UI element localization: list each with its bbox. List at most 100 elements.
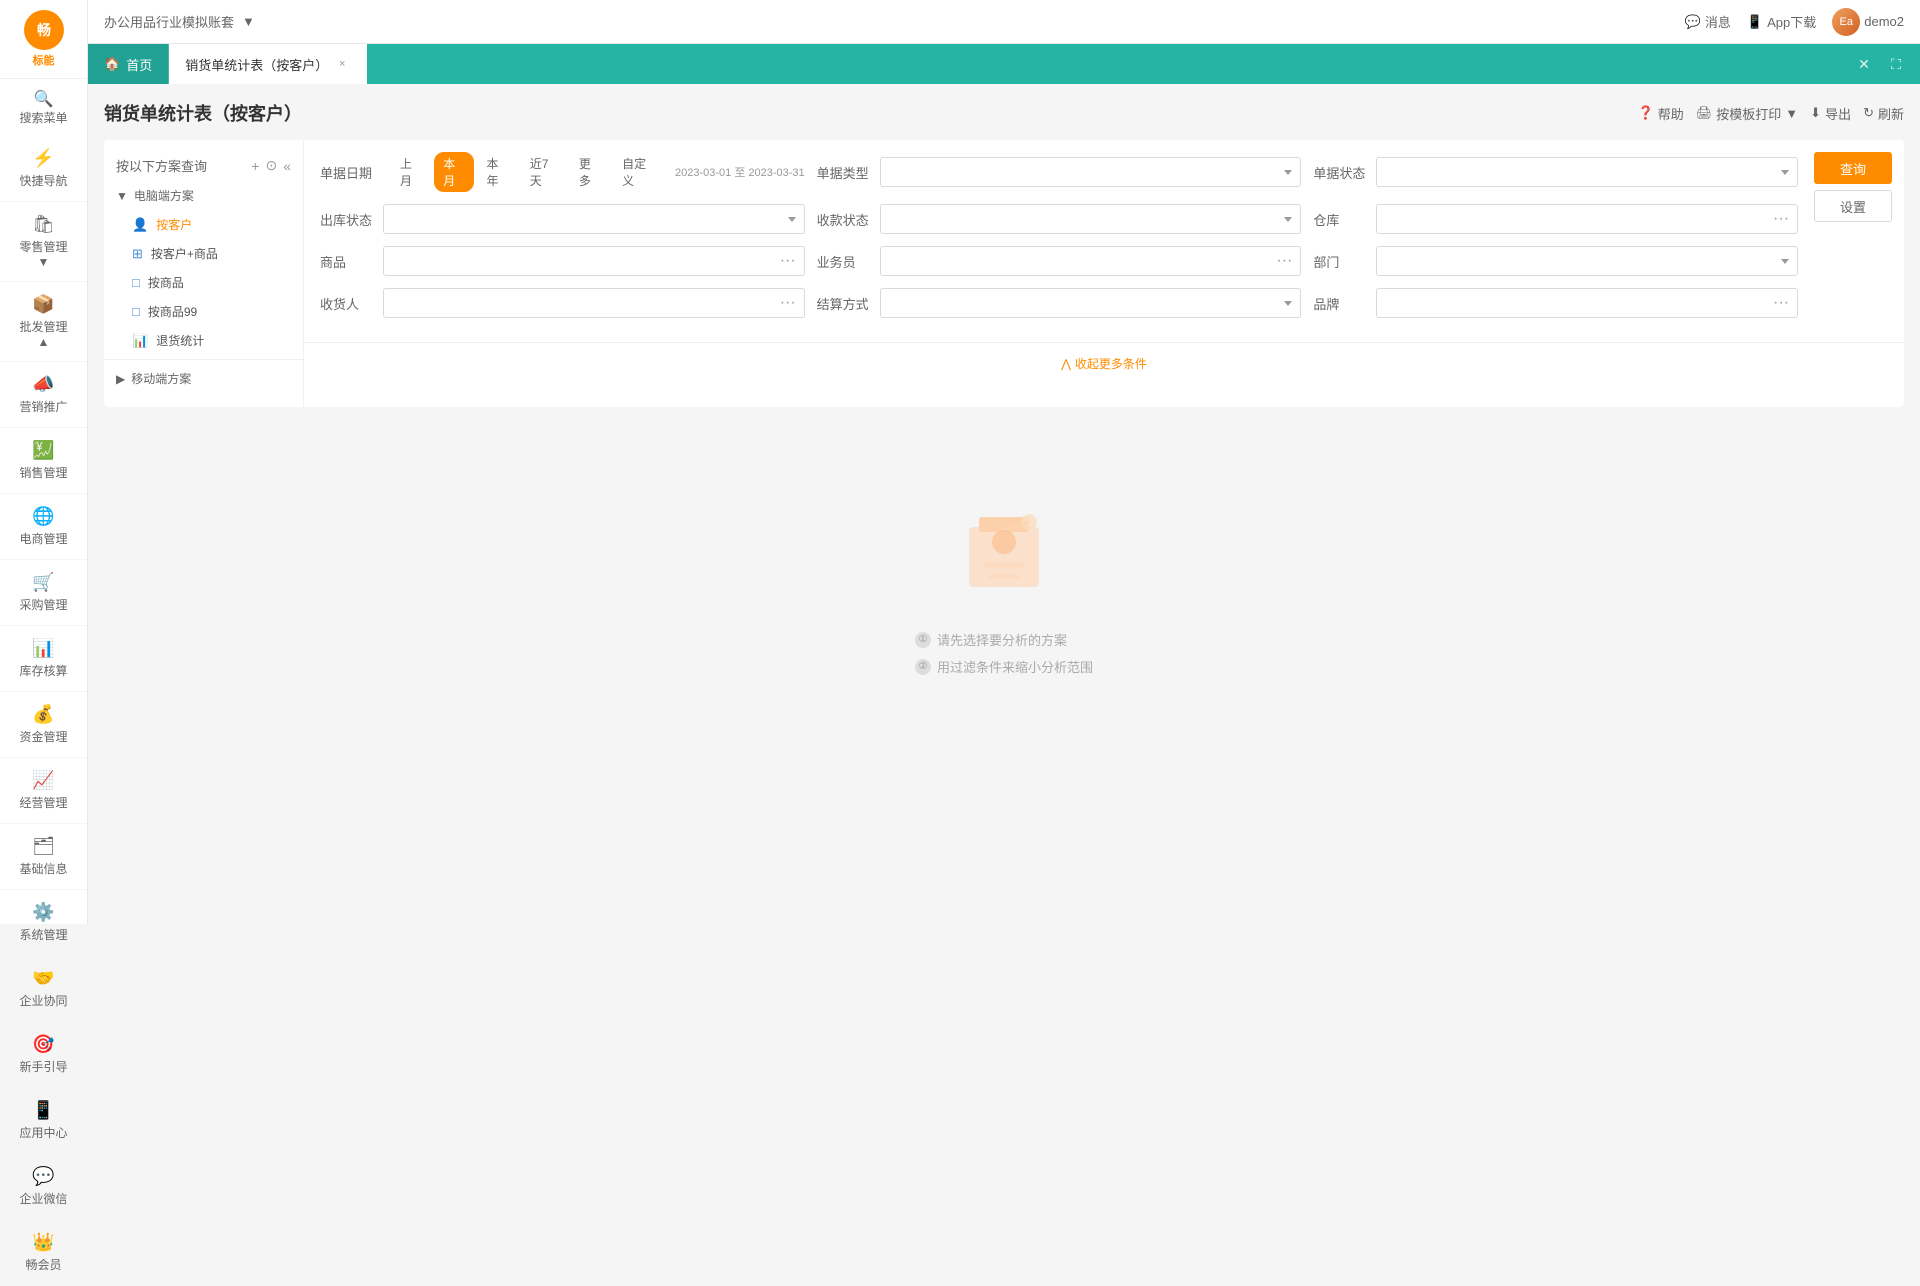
- department-dropdown-icon: [1781, 259, 1789, 264]
- out-status-select[interactable]: [383, 204, 805, 234]
- date-btn-7days[interactable]: 近7天: [521, 152, 566, 192]
- scheme-item-return-stat[interactable]: 📊 退货统计: [112, 326, 303, 355]
- consignee-select[interactable]: ···: [383, 288, 805, 318]
- sidebar-item-retail[interactable]: 🛍 零售管理 ▼: [0, 202, 87, 282]
- goods-select[interactable]: ···: [383, 246, 805, 276]
- scheme-item-by-goods-99[interactable]: □ 按商品99: [112, 297, 303, 326]
- content-area: 销货单统计表（按客户） ❓ 帮助 🖨 按模板打印 ▼ ⬇ 导出 ↻ 刷新: [88, 84, 1920, 924]
- goods-dots[interactable]: ···: [780, 252, 796, 270]
- salesperson-select[interactable]: ···: [880, 246, 1302, 276]
- system-icon: ⚙️: [32, 902, 54, 923]
- out-status-label: 出库状态: [320, 210, 375, 229]
- order-status-label: 单据状态: [1313, 163, 1368, 182]
- filter-payment-method-item: 结算方式: [817, 288, 1302, 318]
- sidebar-item-finance[interactable]: 💰 资金管理: [0, 692, 87, 758]
- sidebar-item-cooperation[interactable]: 🤝 企业协同: [0, 956, 87, 1022]
- filter-department-item: 部门: [1313, 246, 1798, 276]
- sidebar-item-shortcut[interactable]: ⚡ 快捷导航: [0, 136, 87, 202]
- sidebar-item-appcenter[interactable]: 📱 应用中心: [0, 1088, 87, 1154]
- filter-salesperson-item: 业务员 ···: [817, 246, 1302, 276]
- logo-text: 标能: [33, 52, 55, 68]
- scheme-add-btn[interactable]: +: [251, 158, 259, 174]
- filter-row-3: 商品 ··· 业务员 ···: [320, 246, 1798, 276]
- consignee-dots[interactable]: ···: [780, 294, 796, 312]
- person-icon: 👤: [132, 217, 148, 233]
- consignee-label: 收货人: [320, 294, 375, 313]
- sidebar-item-marketing[interactable]: 📣 营销推广: [0, 362, 87, 428]
- payment-method-dropdown-icon: [1284, 301, 1292, 306]
- scheme-actions: + ⊙ «: [251, 157, 291, 174]
- settings-button[interactable]: 设置: [1814, 190, 1892, 222]
- query-button[interactable]: 查询: [1814, 152, 1892, 184]
- filter-actions-area: 单据日期 上月 本月 本年 近7天 更多 自定义 2023-03-01 至 20…: [304, 140, 1904, 407]
- header-dropdown-icon[interactable]: ▼: [242, 14, 255, 29]
- date-label: 单据日期: [320, 163, 375, 182]
- brand-dots[interactable]: ···: [1773, 294, 1789, 312]
- date-btn-custom[interactable]: 自定义: [613, 152, 663, 192]
- scheme-edit-btn[interactable]: ⊙: [265, 157, 277, 174]
- sidebar-item-member[interactable]: 👑 畅会员: [0, 1220, 87, 1286]
- tab-sales-stat[interactable]: 销货单统计表（按客户） ×: [169, 44, 367, 84]
- scheme-item-by-customer[interactable]: 👤 按客户: [112, 210, 303, 239]
- filter-row-4: 收货人 ··· 结算方式: [320, 288, 1798, 318]
- filter-receipt-status-item: 收款状态: [817, 204, 1302, 234]
- help-btn[interactable]: ❓ 帮助: [1638, 104, 1684, 123]
- scheme-group-desktop-header[interactable]: ▼ 电脑端方案: [104, 181, 303, 210]
- empty-tips: ① 请先选择要分析的方案 ② 用过滤条件来缩小分析范围: [915, 630, 1093, 676]
- collapse-icon: ⋀: [1061, 357, 1071, 371]
- sidebar-item-enterprise-wechat[interactable]: 💬 企业微信: [0, 1154, 87, 1220]
- receipt-status-select[interactable]: [880, 204, 1302, 234]
- sidebar-item-basic[interactable]: 🗂 基础信息: [0, 824, 87, 890]
- purchase-icon: 🛒: [32, 572, 54, 593]
- filter-panel: 单据日期 上月 本月 本年 近7天 更多 自定义 2023-03-01 至 20…: [304, 140, 1814, 342]
- scheme-group-desktop-items: 👤 按客户 ⊞ 按客户+商品 □ 按商品 □: [104, 210, 303, 355]
- tab-close-btn[interactable]: ×: [334, 56, 350, 72]
- sidebar-search[interactable]: 🔍 搜索菜单: [0, 79, 87, 136]
- operations-icon: 📈: [32, 770, 54, 791]
- scheme-item-by-customer-goods[interactable]: ⊞ 按客户+商品: [112, 239, 303, 268]
- tab-home[interactable]: 🏠 首页: [88, 44, 169, 84]
- order-type-select[interactable]: [880, 157, 1302, 187]
- collapse-more-btn[interactable]: ⋀ 收起更多条件: [1055, 349, 1153, 378]
- refresh-btn[interactable]: ↻ 刷新: [1863, 104, 1904, 123]
- tab-maximize-btn[interactable]: ⛶: [1884, 52, 1908, 76]
- sidebar-item-ecommerce[interactable]: 🌐 电商管理: [0, 494, 87, 560]
- scheme-item-by-goods[interactable]: □ 按商品: [112, 268, 303, 297]
- date-btn-this-month[interactable]: 本月: [434, 152, 473, 192]
- payment-method-select[interactable]: [880, 288, 1302, 318]
- department-select[interactable]: [1376, 246, 1798, 276]
- sidebar-item-purchase[interactable]: 🛒 采购管理: [0, 560, 87, 626]
- tab-close-window-btn[interactable]: ✕: [1852, 52, 1876, 76]
- export-btn[interactable]: ⬇ 导出: [1810, 104, 1851, 123]
- message-btn[interactable]: 💬 消息: [1685, 12, 1731, 31]
- box-icon: □: [132, 275, 140, 290]
- filter-order-type-item: 单据类型: [817, 157, 1302, 187]
- order-status-select[interactable]: [1376, 157, 1798, 187]
- sidebar-item-inventory[interactable]: 📊 库存核算: [0, 626, 87, 692]
- filter-brand-item: 品牌 ···: [1313, 288, 1798, 318]
- sidebar-item-wholesale[interactable]: 📦 批发管理 ▲: [0, 282, 87, 362]
- date-btn-more[interactable]: 更多: [570, 152, 609, 192]
- basic-icon: 🗂: [32, 836, 55, 857]
- scheme-collapse-btn[interactable]: «: [283, 158, 291, 174]
- warehouse-select[interactable]: ···: [1376, 204, 1798, 234]
- department-label: 部门: [1313, 252, 1368, 271]
- sidebar-item-system[interactable]: ⚙️ 系统管理: [0, 890, 87, 956]
- sidebar-item-sales[interactable]: 💹 销售管理: [0, 428, 87, 494]
- filter-row-1: 单据日期 上月 本月 本年 近7天 更多 自定义 2023-03-01 至 20…: [320, 152, 1798, 192]
- sidebar-item-newbie[interactable]: 🎯 新手引导: [0, 1022, 87, 1088]
- sidebar-item-operations[interactable]: 📈 经营管理: [0, 758, 87, 824]
- date-btn-this-year[interactable]: 本年: [478, 152, 517, 192]
- receipt-status-dropdown-icon: [1284, 217, 1292, 222]
- order-status-dropdown-icon: [1781, 170, 1789, 175]
- salesperson-dots[interactable]: ···: [1276, 252, 1292, 270]
- ecommerce-icon: 🌐: [32, 506, 54, 527]
- warehouse-dots[interactable]: ···: [1773, 210, 1789, 228]
- date-btn-last-month[interactable]: 上月: [391, 152, 430, 192]
- scheme-group-mobile-header[interactable]: ▶ 移动端方案: [104, 364, 303, 393]
- brand-select[interactable]: ···: [1376, 288, 1798, 318]
- user-avatar-btn[interactable]: Ea demo2: [1832, 8, 1904, 36]
- app-download-btn[interactable]: 📱 App下载: [1747, 12, 1816, 31]
- sales-icon: 💹: [32, 440, 54, 461]
- template-print-btn[interactable]: 🖨 按模板打印 ▼: [1696, 104, 1798, 123]
